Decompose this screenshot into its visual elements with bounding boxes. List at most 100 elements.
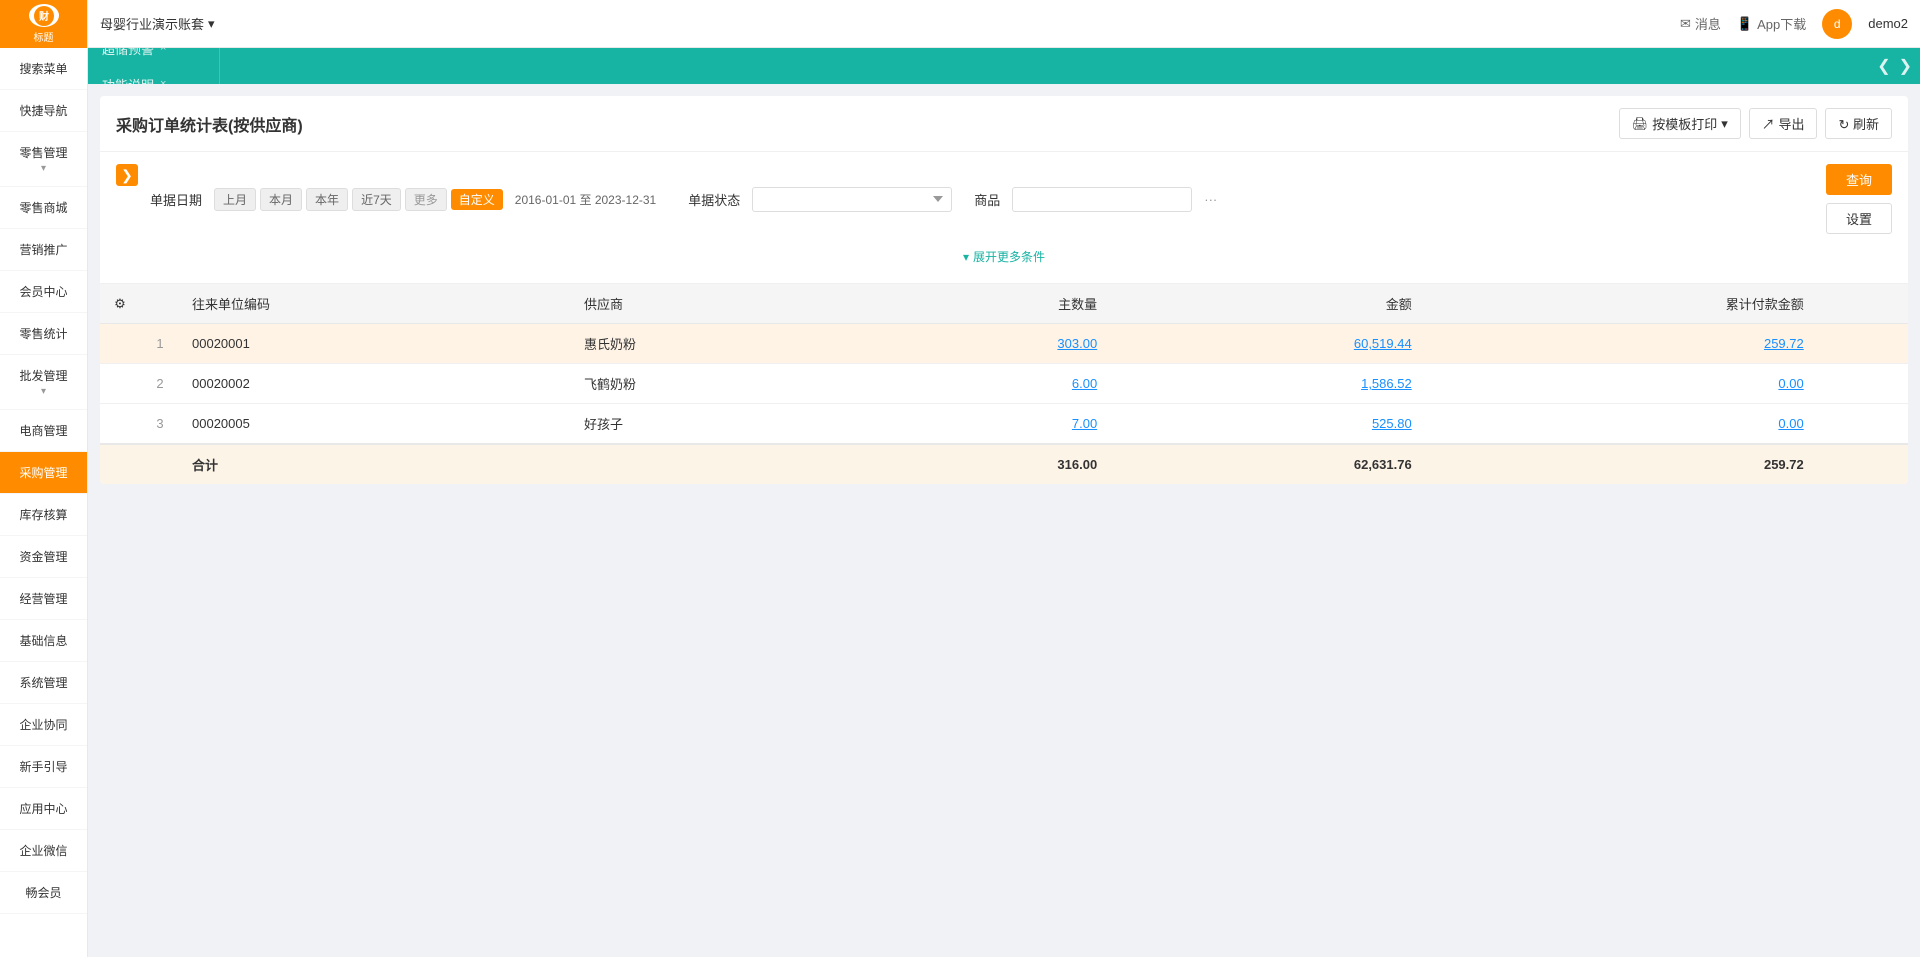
custom-date-badge[interactable]: 自定义 — [451, 189, 503, 210]
row-num-2: 2 — [140, 364, 180, 404]
data-table-container: ⚙ 往来单位编码 供应商 主数量 金额 累计付款金额 1 — [100, 284, 1908, 484]
sidebar-label-inventory: 库存核算 — [19, 506, 67, 523]
sidebar-item-retail-stat[interactable]: 零售统计 — [0, 313, 87, 355]
data-table: ⚙ 往来单位编码 供应商 主数量 金额 累计付款金额 1 — [100, 284, 1908, 484]
row-paid-3[interactable]: 0.00 — [1424, 404, 1816, 445]
message-icon: ✉ — [1680, 16, 1691, 32]
refresh-label: 刷新 — [1853, 117, 1879, 132]
row-settings-3[interactable] — [100, 404, 140, 445]
sidebar-label-vip: 畅会员 — [25, 884, 61, 901]
row-extra-2 — [1816, 364, 1908, 404]
refresh-button[interactable]: ↻ 刷新 — [1825, 108, 1892, 139]
row-amount-3[interactable]: 525.80 — [1109, 404, 1424, 445]
settings-icon[interactable]: ⚙ — [114, 296, 126, 311]
print-button[interactable]: 🖨 按模板打印 ▾ — [1619, 108, 1741, 139]
row-amount-2[interactable]: 1,586.52 — [1109, 364, 1424, 404]
goods-input[interactable] — [1012, 187, 1192, 212]
sidebar-label-corpwx: 企业微信 — [19, 842, 67, 859]
row-paid-2[interactable]: 0.00 — [1424, 364, 1816, 404]
settings-button[interactable]: 设置 — [1826, 203, 1892, 234]
app-download-btn[interactable]: 📱 App下载 — [1737, 14, 1806, 33]
logo-svg: 财 — [33, 5, 55, 27]
sidebar-label-operations: 经营管理 — [19, 590, 67, 607]
row-qty-1[interactable]: 303.00 — [864, 324, 1109, 364]
sidebar-item-marketing[interactable]: 营销推广 — [0, 229, 87, 271]
row-extra-3 — [1816, 404, 1908, 445]
sidebar: 财 标题 搜索菜单快捷导航零售管理 ▾ 零售商城营销推广会员中心零售统计批发管理 ▾ 电… — [0, 0, 88, 957]
sidebar-item-purchase[interactable]: 采购管理 — [0, 452, 87, 494]
expand-more-btn[interactable]: ▾ 展开更多条件 — [957, 242, 1051, 271]
sidebar-item-ecommerce[interactable]: 电商管理 — [0, 410, 87, 452]
tab-overstock[interactable]: 超储预警× — [88, 48, 220, 66]
sidebar-item-inventory[interactable]: 库存核算 — [0, 494, 87, 536]
sidebar-label-finance: 资金管理 — [19, 548, 67, 565]
sidebar-label-ecommerce: 电商管理 — [19, 422, 67, 439]
col-extra — [1816, 284, 1908, 324]
sidebar-item-operations[interactable]: 经营管理 — [0, 578, 87, 620]
export-button[interactable]: ↗ 导出 — [1749, 108, 1818, 139]
query-actions: 查询 设置 — [1826, 164, 1892, 234]
shortcut-more[interactable]: 更多 — [405, 188, 447, 211]
shortcut-7days[interactable]: 近7天 — [352, 188, 401, 211]
row-num-3: 3 — [140, 404, 180, 445]
tab-close-overstock[interactable]: × — [160, 48, 166, 54]
sidebar-item-corpwx[interactable]: 企业微信 — [0, 830, 87, 872]
row-extra-1 — [1816, 324, 1908, 364]
nav-arrow-wholesale: ▾ — [41, 386, 46, 397]
shortcut-this-month[interactable]: 本月 — [260, 188, 302, 211]
col-num — [140, 284, 180, 324]
tab-func-desc[interactable]: 功能说明× — [88, 66, 220, 84]
row-settings-1[interactable] — [100, 324, 140, 364]
user-avatar[interactable]: d — [1822, 9, 1852, 39]
row-num-1: 1 — [140, 324, 180, 364]
sidebar-item-vip[interactable]: 畅会员 — [0, 872, 87, 914]
nav-arrow-retail: ▾ — [41, 163, 46, 174]
sidebar-item-finance[interactable]: 资金管理 — [0, 536, 87, 578]
app-name: 标题 — [34, 29, 54, 44]
filter-toggle-button[interactable]: ❯ — [116, 164, 138, 186]
col-settings: ⚙ — [100, 284, 140, 324]
date-filter-label: 单据日期 — [150, 190, 202, 209]
row-qty-2[interactable]: 6.00 — [864, 364, 1109, 404]
sidebar-label-marketing: 营销推广 — [19, 241, 67, 258]
sidebar-item-enterprise[interactable]: 企业协同 — [0, 704, 87, 746]
sidebar-item-newguide[interactable]: 新手引导 — [0, 746, 87, 788]
footer-empty — [100, 444, 180, 484]
sidebar-item-wholesale[interactable]: 批发管理 ▾ — [0, 355, 87, 410]
tab-next-icon[interactable]: ❯ — [1899, 56, 1912, 76]
sidebar-item-system[interactable]: 系统管理 — [0, 662, 87, 704]
footer-extra — [1816, 444, 1908, 484]
sidebar-item-member[interactable]: 会员中心 — [0, 271, 87, 313]
row-qty-3[interactable]: 7.00 — [864, 404, 1109, 445]
goods-dots-icon[interactable]: ··· — [1204, 192, 1217, 207]
filter-area: ❯ 单据日期 上月 本月 本年 近7天 更多 自定义 — [100, 152, 1908, 284]
col-code: 往来单位编码 — [180, 284, 572, 324]
sidebar-item-retail-shop[interactable]: 零售商城 — [0, 187, 87, 229]
sidebar-item-quicknav[interactable]: 快捷导航 — [0, 90, 87, 132]
user-initials: d — [1834, 17, 1841, 31]
account-dropdown[interactable]: 母婴行业演示账套 ▾ — [100, 14, 215, 33]
shortcut-last-month[interactable]: 上月 — [214, 188, 256, 211]
query-button[interactable]: 查询 — [1826, 164, 1892, 195]
sidebar-label-retail: 零售管理 — [19, 144, 67, 161]
col-supplier: 供应商 — [572, 284, 864, 324]
sidebar-label-wholesale: 批发管理 — [19, 367, 67, 384]
shortcut-this-year[interactable]: 本年 — [306, 188, 348, 211]
message-btn[interactable]: ✉ 消息 — [1680, 14, 1721, 33]
row-settings-2[interactable] — [100, 364, 140, 404]
sidebar-label-quicknav: 快捷导航 — [19, 102, 67, 119]
sidebar-item-search[interactable]: 搜索菜单 — [0, 48, 87, 90]
table-footer-row: 合计 316.00 62,631.76 259.72 — [100, 444, 1908, 484]
page-content: 采购订单统计表(按供应商) 🖨 按模板打印 ▾ ↗ 导出 ↻ 刷新 — [88, 84, 1920, 957]
expand-more-row: ▾ 展开更多条件 — [116, 242, 1892, 271]
date-shortcuts: 上月 本月 本年 近7天 更多 自定义 — [214, 188, 503, 211]
sidebar-item-retail[interactable]: 零售管理 ▾ — [0, 132, 87, 187]
sidebar-item-appcenter[interactable]: 应用中心 — [0, 788, 87, 830]
sidebar-item-basic[interactable]: 基础信息 — [0, 620, 87, 662]
row-amount-1[interactable]: 60,519.44 — [1109, 324, 1424, 364]
status-select[interactable] — [752, 187, 952, 212]
tab-prev-icon[interactable]: ❮ — [1877, 56, 1890, 76]
footer-paid: 259.72 — [1424, 444, 1816, 484]
app-label: App下载 — [1757, 14, 1806, 33]
row-paid-1[interactable]: 259.72 — [1424, 324, 1816, 364]
